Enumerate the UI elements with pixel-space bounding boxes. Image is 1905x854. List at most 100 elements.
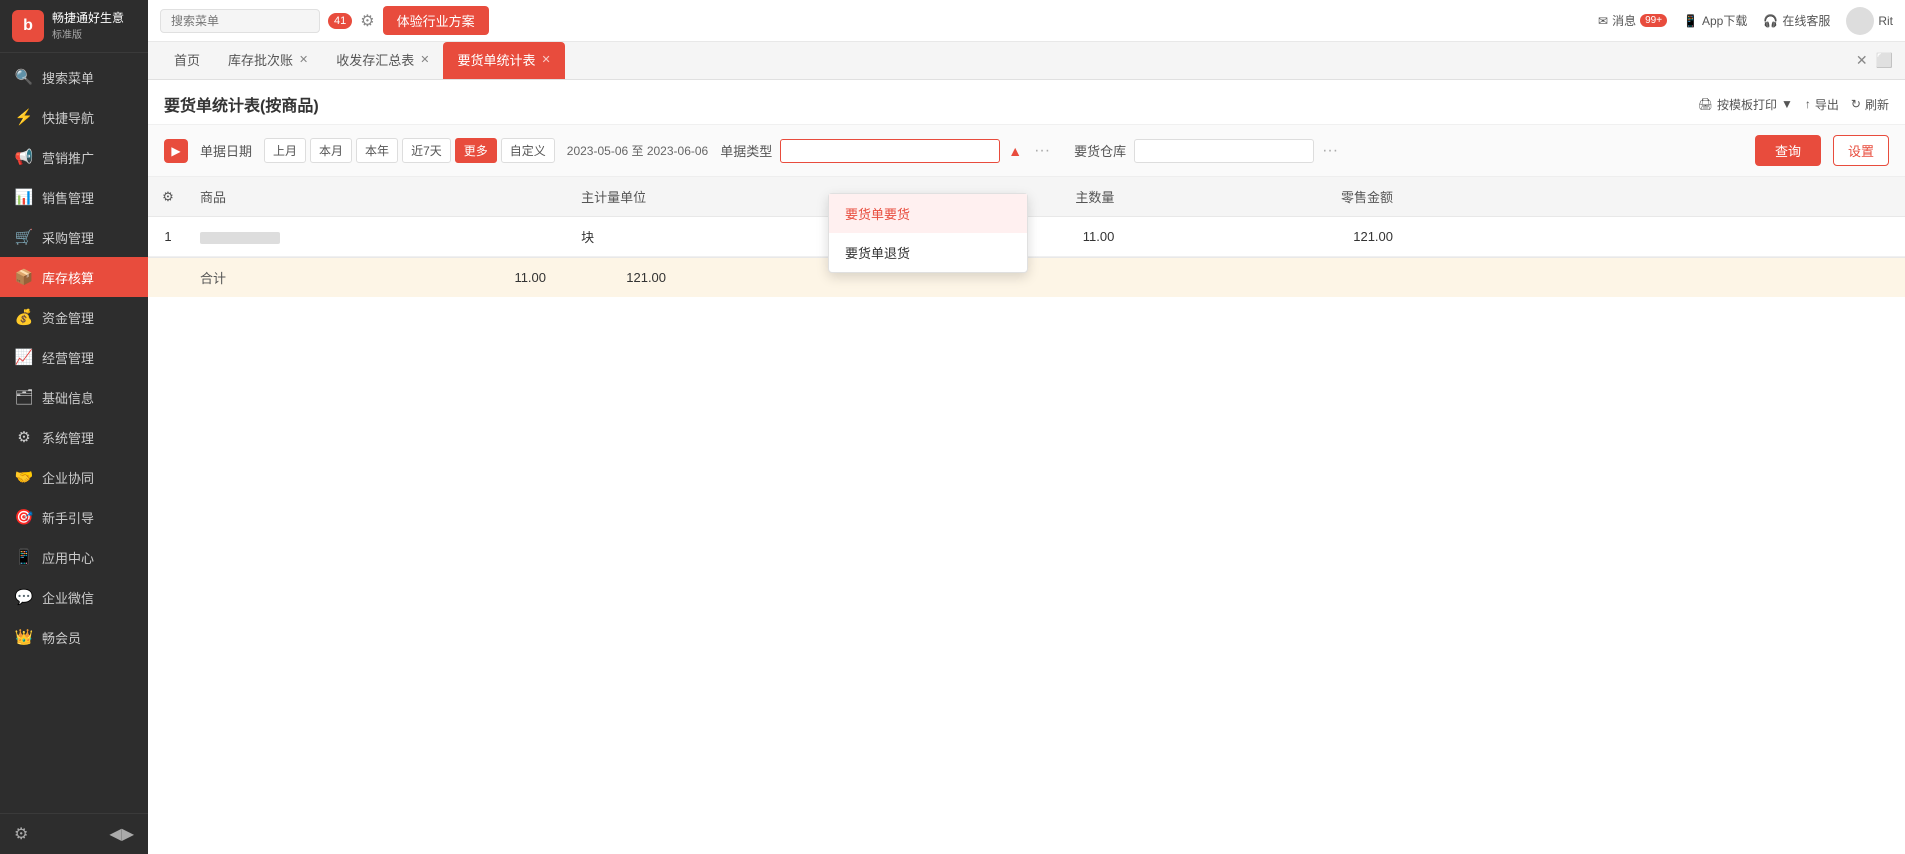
sidebar-label-system: 系统管理 [42, 428, 94, 447]
cell-extra [1405, 217, 1905, 257]
tab-label-home: 首页 [174, 50, 200, 69]
date-range-buttons: 上月 本月 本年 近7天 更多 自定义 [264, 138, 555, 163]
sidebar-item-sales[interactable]: 📊 销售管理 [0, 177, 148, 217]
this-month-btn[interactable]: 本月 [310, 138, 352, 163]
footer-amount: 121.00 [566, 270, 666, 285]
sidebar-label-marketing: 营销推广 [42, 148, 94, 167]
app-download-label: App下载 [1702, 12, 1747, 29]
sidebar-item-quick_nav[interactable]: ⚡ 快捷导航 [0, 97, 148, 137]
settings-gear-icon[interactable]: ⚙ [360, 11, 374, 31]
sidebar-label-sales: 销售管理 [42, 188, 94, 207]
sidebar-item-finance[interactable]: 💰 资金管理 [0, 297, 148, 337]
notification-label: 消息 [1612, 12, 1636, 29]
user-name: Rit [1878, 14, 1893, 28]
cell-amount: 121.00 [1126, 217, 1405, 257]
sidebar-label-membership: 畅会员 [42, 628, 81, 647]
dropdown-option-order_return[interactable]: 要货单退货 [829, 233, 1027, 272]
maximize-window-icon[interactable]: ⬜ [1876, 52, 1893, 69]
last-7days-btn[interactable]: 近7天 [402, 138, 451, 163]
app-download-icon: 📱 [1683, 14, 1698, 28]
this-year-btn[interactable]: 本年 [356, 138, 398, 163]
settings-icon[interactable]: ⚙ [14, 824, 28, 844]
online-service-item[interactable]: 🎧 在线客服 [1763, 12, 1830, 29]
warehouse-filter-label: 要货仓库 [1074, 141, 1126, 160]
marketing-icon: 📢 [14, 147, 34, 167]
page-title: 要货单统计表(按商品) [164, 92, 319, 116]
sidebar-item-purchase[interactable]: 🛒 采购管理 [0, 217, 148, 257]
export-icon: ↑ [1805, 97, 1811, 111]
tab-close-inventory_batch[interactable]: ✕ [299, 53, 308, 66]
notification-item[interactable]: ✉ 消息 99+ [1598, 12, 1667, 29]
sidebar-item-guide[interactable]: 🎯 新手引导 [0, 497, 148, 537]
cooperation-icon: 🤝 [14, 467, 34, 487]
last-month-btn[interactable]: 上月 [264, 138, 306, 163]
sidebar-item-marketing[interactable]: 📢 营销推广 [0, 137, 148, 177]
type-filter-input[interactable] [780, 139, 1000, 163]
tab-order_summary[interactable]: 要货单统计表✕ [443, 42, 564, 79]
tab-inventory_batch[interactable]: 库存批次账✕ [214, 42, 322, 79]
print-icon: 🖨 [1698, 97, 1713, 111]
refresh-button[interactable]: ↻ 刷新 [1851, 96, 1889, 113]
footer-quantity: 11.00 [426, 270, 546, 285]
sidebar-item-basic_info[interactable]: 🗂 基础信息 [0, 377, 148, 417]
more-dates-btn[interactable]: 更多 [455, 138, 497, 163]
sidebar-label-basic_info: 基础信息 [42, 388, 94, 407]
print-button[interactable]: 🖨 按模板打印 ▼ [1698, 96, 1793, 113]
tab-home[interactable]: 首页 [160, 42, 214, 79]
operation-icon: 📈 [14, 347, 34, 367]
filter-settings-button[interactable]: 设置 [1833, 135, 1889, 166]
type-filter-arrow-icon[interactable]: ▲ [1008, 143, 1022, 159]
membership-icon: 👑 [14, 627, 34, 647]
filter-type-section: 单据类型 ▲ ··· [720, 139, 1050, 163]
sidebar-item-app_center[interactable]: 📱 应用中心 [0, 537, 148, 577]
user-profile[interactable]: Rit [1846, 7, 1893, 35]
sidebar-item-system[interactable]: ⚙ 系统管理 [0, 417, 148, 457]
trial-button[interactable]: 体验行业方案 [383, 6, 489, 35]
tab-close-order_summary[interactable]: ✕ [542, 53, 551, 66]
headset-icon: 🎧 [1763, 14, 1778, 28]
top-header: 41 ⚙ 体验行业方案 ✉ 消息 99+ 📱 App下载 🎧 在线客服 Rit [148, 0, 1905, 42]
notification-badge: 99+ [1640, 14, 1667, 27]
custom-date-btn[interactable]: 自定义 [501, 138, 555, 163]
logo-sub: 标准版 [52, 26, 124, 41]
export-button[interactable]: ↑ 导出 [1805, 96, 1839, 113]
sales-icon: 📊 [14, 187, 34, 207]
sidebar-label-guide: 新手引导 [42, 508, 94, 527]
sidebar-item-cooperation[interactable]: 🤝 企业协同 [0, 457, 148, 497]
app_center-icon: 📱 [14, 547, 34, 567]
col-amount: 零售金额 [1126, 177, 1405, 217]
sidebar-label-cooperation: 企业协同 [42, 468, 94, 487]
inventory-icon: 📦 [14, 267, 34, 287]
search-input[interactable] [160, 9, 320, 33]
warehouse-filter-more-icon[interactable]: ··· [1322, 142, 1338, 160]
sidebar-item-inventory[interactable]: 📦 库存核算 [0, 257, 148, 297]
system-icon: ⚙ [14, 427, 34, 447]
filter-expand-button[interactable]: ▶ [164, 139, 188, 163]
export-label: 导出 [1815, 96, 1839, 113]
tab-receipt_summary[interactable]: 收发存汇总表✕ [322, 42, 443, 79]
tab-close-receipt_summary[interactable]: ✕ [420, 53, 429, 66]
guide-icon: 🎯 [14, 507, 34, 527]
date-filter-label: 单据日期 [200, 141, 252, 160]
tabs-right: ✕ ⬜ [1856, 52, 1893, 69]
sidebar-label-corp_wechat: 企业微信 [42, 588, 94, 607]
warehouse-filter-input[interactable] [1134, 139, 1314, 163]
cell-goods [188, 217, 569, 257]
header-count-badge: 41 [328, 13, 352, 29]
print-arrow-icon: ▼ [1781, 97, 1793, 111]
col-settings[interactable]: ⚙ [148, 177, 188, 217]
sidebar-item-operation[interactable]: 📈 经营管理 [0, 337, 148, 377]
col-extra [1405, 177, 1905, 217]
app-download-item[interactable]: 📱 App下载 [1683, 12, 1747, 29]
query-button[interactable]: 查询 [1755, 135, 1821, 166]
sidebar-item-membership[interactable]: 👑 畅会员 [0, 617, 148, 657]
type-filter-more-icon[interactable]: ··· [1034, 142, 1050, 160]
sidebar-label-search: 搜索菜单 [42, 68, 94, 87]
footer-total-label: 合计 [200, 268, 426, 287]
content-area: 要货单统计表(按商品) 🖨 按模板打印 ▼ ↑ 导出 ↻ 刷新 ▶ [148, 80, 1905, 854]
sidebar-item-search[interactable]: 🔍 搜索菜单 [0, 57, 148, 97]
close-window-icon[interactable]: ✕ [1856, 52, 1868, 69]
collapse-icon[interactable]: ◀▶ [109, 824, 134, 844]
dropdown-option-order_goods[interactable]: 要货单要货 [829, 194, 1027, 233]
sidebar-item-corp_wechat[interactable]: 💬 企业微信 [0, 577, 148, 617]
